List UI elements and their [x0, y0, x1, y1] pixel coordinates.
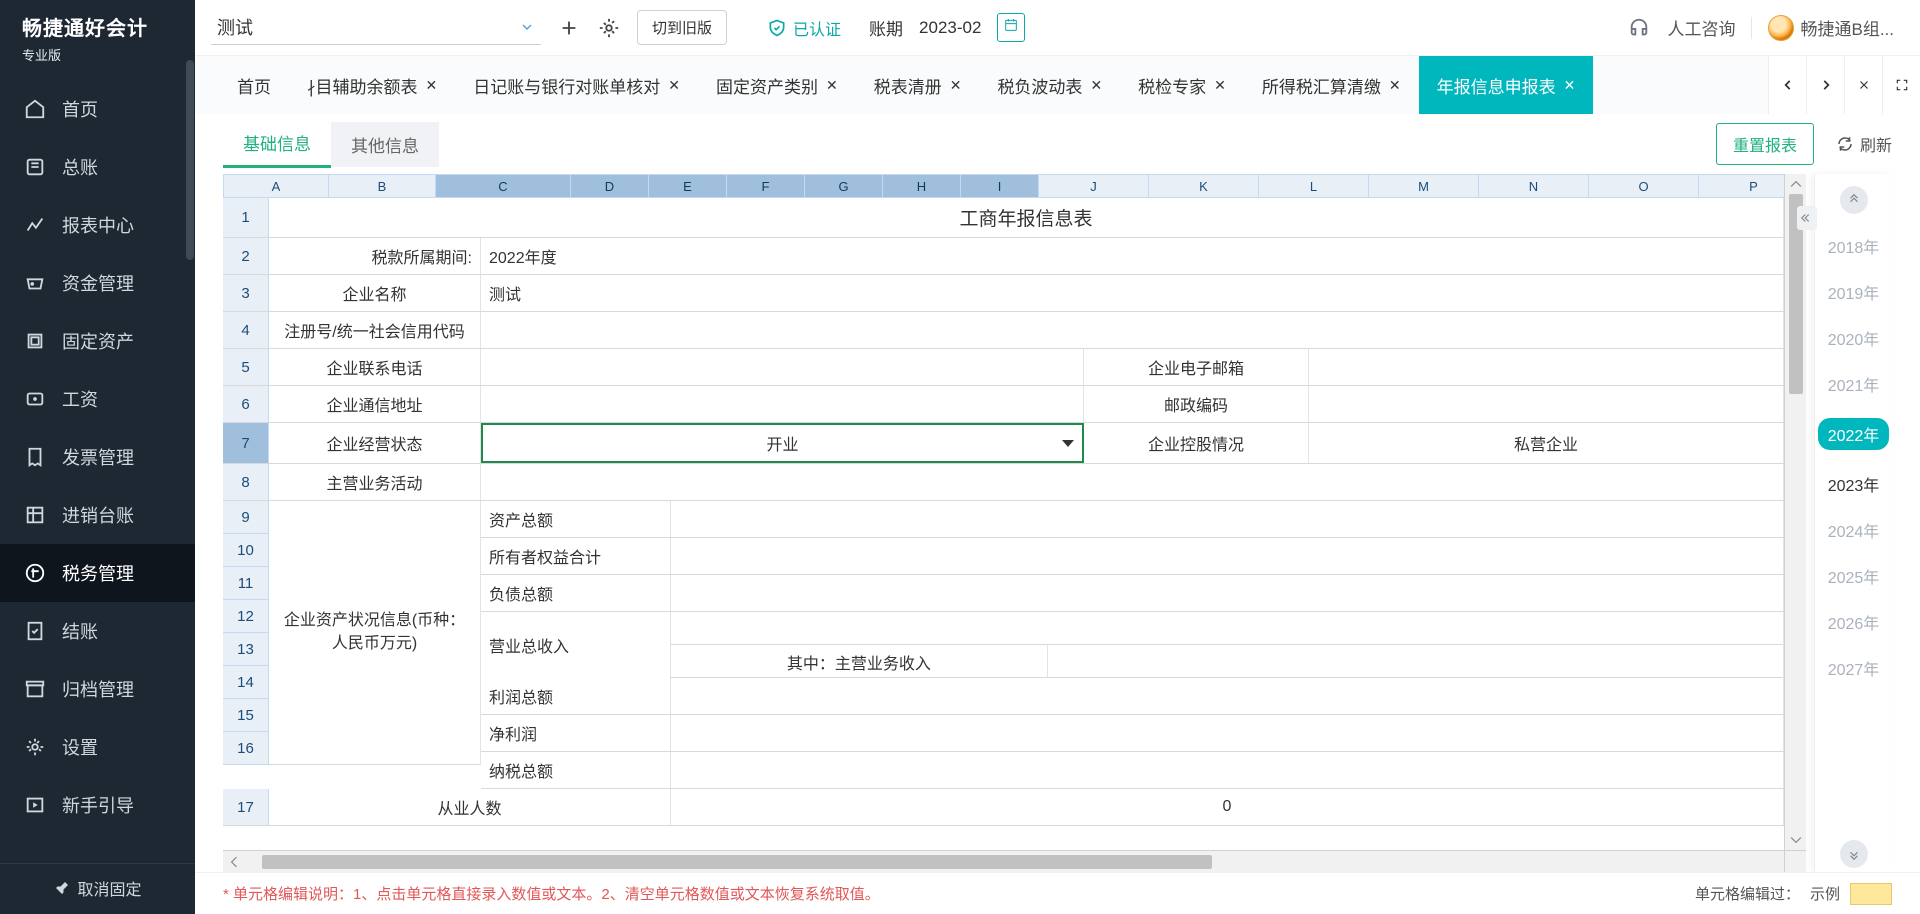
chevron-down-icon	[519, 19, 535, 35]
consult-label[interactable]: 人工咨询	[1667, 15, 1735, 40]
brand-name: 畅捷通好会计	[22, 12, 148, 41]
close-icon[interactable]: ✕	[668, 77, 680, 94]
year-item[interactable]: 2027年	[1828, 656, 1880, 680]
tabs-scroll-right[interactable]	[1806, 56, 1844, 114]
sidebar-item-funds[interactable]: 资金管理	[0, 254, 195, 312]
column-headers: A B C D E F G H I J K L M N O P Q	[223, 174, 1784, 198]
year-strip-collapse[interactable]	[1797, 206, 1817, 230]
headset-icon[interactable]	[1627, 16, 1651, 40]
avatar	[1768, 15, 1794, 41]
sidebar-item-home[interactable]: 首页	[0, 80, 195, 138]
tab-home[interactable]: 首页	[219, 56, 289, 114]
caret-down-icon	[1062, 440, 1074, 447]
year-item[interactable]: 2025年	[1828, 564, 1880, 588]
tab-tax-burden[interactable]: 税负波动表✕	[979, 56, 1120, 114]
tab-tax-check[interactable]: 税检专家✕	[1120, 56, 1244, 114]
period-value: 2023-02	[919, 18, 981, 38]
tab-bar: 首页 ∤目辅助余额表✕ 日记账与银行对账单核对✕ 固定资产类别✕ 税表清册✕ 税…	[195, 56, 1920, 114]
tab-income-tax[interactable]: 所得税汇算清缴✕	[1244, 56, 1419, 114]
company-selector[interactable]: 测试	[211, 10, 541, 45]
tab-tax-list[interactable]: 税表清册✕	[856, 56, 980, 114]
sidebar-item-inventory[interactable]: 进销台账	[0, 486, 195, 544]
tabs-close-all[interactable]	[1844, 56, 1882, 114]
sidebar-item-tax[interactable]: 税务管理	[0, 544, 195, 602]
unpin-button[interactable]: 取消固定	[0, 863, 195, 914]
fullscreen-button[interactable]	[1882, 56, 1920, 114]
sheet-scrollbar-horizontal[interactable]	[223, 850, 1806, 872]
sidebar-item-invoice[interactable]: 发票管理	[0, 428, 195, 486]
edit-hint: * 单元格编辑说明：1、点击单元格直接录入数值或文本。2、清空单元格数值或文本恢…	[223, 883, 880, 904]
sheet-title[interactable]: 工商年报信息表	[269, 198, 1784, 237]
settings-gear-button[interactable]	[597, 16, 621, 40]
tab-annual-report[interactable]: 年报信息申报表✕	[1419, 56, 1594, 114]
close-icon[interactable]: ✕	[426, 77, 438, 94]
subtab-other[interactable]: 其他信息	[331, 122, 439, 167]
add-button[interactable]	[557, 16, 581, 40]
close-icon[interactable]: ✕	[1564, 77, 1576, 94]
tab-subject-balance[interactable]: ∤目辅助余额表✕	[289, 56, 455, 114]
period-picker-button[interactable]	[997, 13, 1025, 42]
sidebar-item-archive[interactable]: 归档管理	[0, 660, 195, 718]
period-label: 账期	[869, 15, 903, 40]
edited-example-label: 示例	[1810, 883, 1840, 904]
tabs-scroll-left[interactable]	[1768, 56, 1806, 114]
subtab-basic[interactable]: 基础信息	[223, 120, 331, 168]
status-dropdown[interactable]: 开业	[481, 423, 1084, 463]
reset-report-button[interactable]: 重置报表	[1716, 123, 1814, 165]
year-up-button[interactable]	[1840, 186, 1868, 214]
year-item[interactable]: 2019年	[1828, 280, 1880, 304]
sidebar-item-guide[interactable]: 新手引导	[0, 776, 195, 834]
edited-label: 单元格编辑过：	[1695, 883, 1800, 904]
sidebar-item-reports[interactable]: 报表中心	[0, 196, 195, 254]
year-item[interactable]: 2024年	[1828, 518, 1880, 542]
sidebar-item-fixed-assets[interactable]: 固定资产	[0, 312, 195, 370]
sidebar-scrollbar[interactable]	[186, 60, 194, 260]
sidebar-item-salary[interactable]: 工资	[0, 370, 195, 428]
close-icon[interactable]: ✕	[950, 77, 962, 94]
refresh-button[interactable]: 刷新	[1836, 132, 1892, 156]
sidebar-menu: 首页 总账 报表中心 资金管理 固定资产 工资 发票管理 进销台账 税务管理 结…	[0, 74, 195, 863]
close-icon[interactable]: ✕	[826, 77, 838, 94]
close-icon[interactable]: ✕	[1090, 77, 1102, 94]
verified-badge: 已认证	[767, 16, 841, 40]
edited-swatch	[1850, 883, 1892, 905]
year-item[interactable]: 2020年	[1828, 326, 1880, 350]
year-down-button[interactable]	[1840, 840, 1868, 868]
sidebar-item-ledger[interactable]: 总账	[0, 138, 195, 196]
user-menu[interactable]: 畅捷通B组...	[1768, 15, 1894, 41]
close-icon[interactable]: ✕	[1389, 77, 1401, 94]
switch-old-version-button[interactable]: 切到旧版	[637, 10, 727, 45]
tab-journal-bank[interactable]: 日记账与银行对账单核对✕	[455, 56, 698, 114]
brand-edition: 专业版	[22, 45, 179, 64]
sidebar-item-settings[interactable]: 设置	[0, 718, 195, 776]
close-icon[interactable]: ✕	[1214, 77, 1226, 94]
year-item[interactable]: 2023年	[1828, 472, 1880, 496]
year-selector: 2018年 2019年 2020年 2021年 2022年 2023年 2024年 2025年…	[1814, 174, 1892, 872]
year-item[interactable]: 2022年	[1818, 418, 1890, 450]
asset-info-label[interactable]: 企业资产状况信息(币种：人民币万元)	[269, 501, 481, 765]
tab-asset-category[interactable]: 固定资产类别✕	[698, 56, 856, 114]
year-item[interactable]: 2018年	[1828, 234, 1880, 258]
sheet-scrollbar-vertical[interactable]	[1784, 174, 1806, 850]
sidebar-item-close[interactable]: 结账	[0, 602, 195, 660]
year-item[interactable]: 2021年	[1828, 372, 1880, 396]
year-item[interactable]: 2026年	[1828, 610, 1880, 634]
